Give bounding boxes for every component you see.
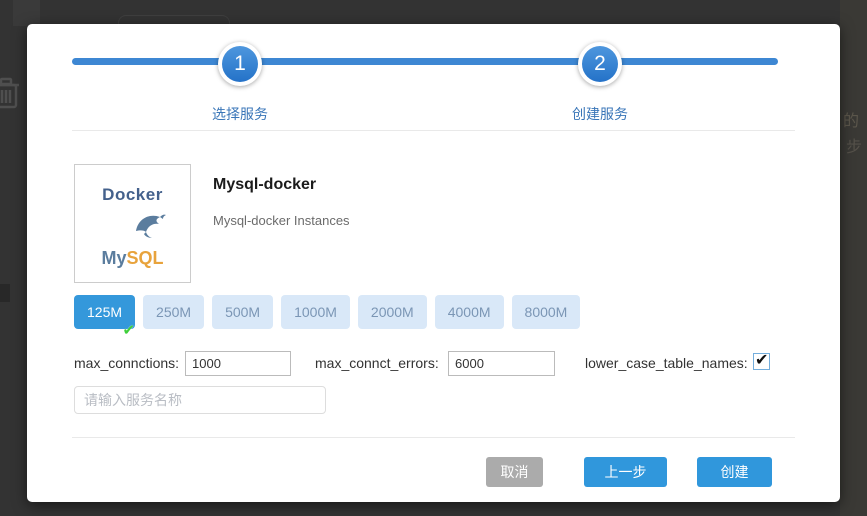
max-connections-label: max_connctions: [74, 355, 180, 371]
mysql-logo-my: My [101, 248, 127, 268]
max-connect-errors-label: max_connct_errors: [315, 355, 439, 371]
wizard-step-2[interactable]: 2 [578, 42, 622, 86]
service-name-input[interactable] [74, 386, 326, 414]
wizard-step-2-label: 创建服务 [572, 106, 628, 122]
mysql-dolphin-icon [133, 211, 167, 244]
background-text-fragment: 步 [846, 139, 863, 156]
background-panel [840, 0, 867, 516]
wizard-step-1-label: 选择服务 [212, 106, 268, 122]
create-button[interactable]: 创建 [697, 457, 772, 487]
mysql-logo-sql: SQL [126, 248, 164, 268]
divider [72, 130, 795, 131]
memory-option-250m[interactable]: 250M [143, 295, 205, 329]
checkmark-icon: ✔ [755, 352, 769, 369]
memory-options: 125M ✔ 250M 500M 1000M 2000M 4000M 8000M [74, 295, 581, 338]
memory-option-4000m[interactable]: 4000M [434, 295, 504, 329]
service-title: Mysql-docker [213, 176, 317, 193]
max-connections-input[interactable] [185, 351, 291, 376]
selected-check-icon: ✔ [122, 322, 136, 339]
mysql-logo-text: MySQL [75, 248, 190, 269]
create-service-dialog: 1 2 选择服务 创建服务 Docker MySQL Mysql-docker … [27, 24, 840, 502]
docker-logo-text: Docker [102, 185, 163, 204]
previous-step-button[interactable]: 上一步 [584, 457, 667, 487]
background-block [13, 0, 40, 26]
max-connect-errors-input[interactable] [448, 351, 555, 376]
wizard-progress-bar [72, 58, 778, 65]
lower-case-table-names-checkbox[interactable]: ✔ [753, 352, 770, 370]
memory-option-500m[interactable]: 500M [212, 295, 274, 329]
memory-option-2000m[interactable]: 2000M [357, 295, 427, 329]
memory-option-8000m[interactable]: 8000M [511, 295, 581, 329]
service-subtitle: Mysql-docker Instances [213, 213, 350, 228]
background-text-fragment: 的 [843, 113, 860, 130]
memory-option-1000m[interactable]: 1000M [281, 295, 350, 329]
cancel-button[interactable]: 取消 [486, 457, 543, 487]
docker-mysql-logo: Docker MySQL [74, 164, 191, 283]
memory-option-125m[interactable]: 125M ✔ [74, 295, 136, 338]
lower-case-table-names-label: lower_case_table_names: [585, 355, 748, 371]
divider [72, 437, 795, 438]
trash-icon [0, 76, 20, 115]
wizard-step-1-number: 1 [222, 46, 258, 82]
wizard-step-1[interactable]: 1 [218, 42, 262, 86]
wizard-step-2-number: 2 [582, 46, 618, 82]
background-patch [0, 284, 10, 302]
